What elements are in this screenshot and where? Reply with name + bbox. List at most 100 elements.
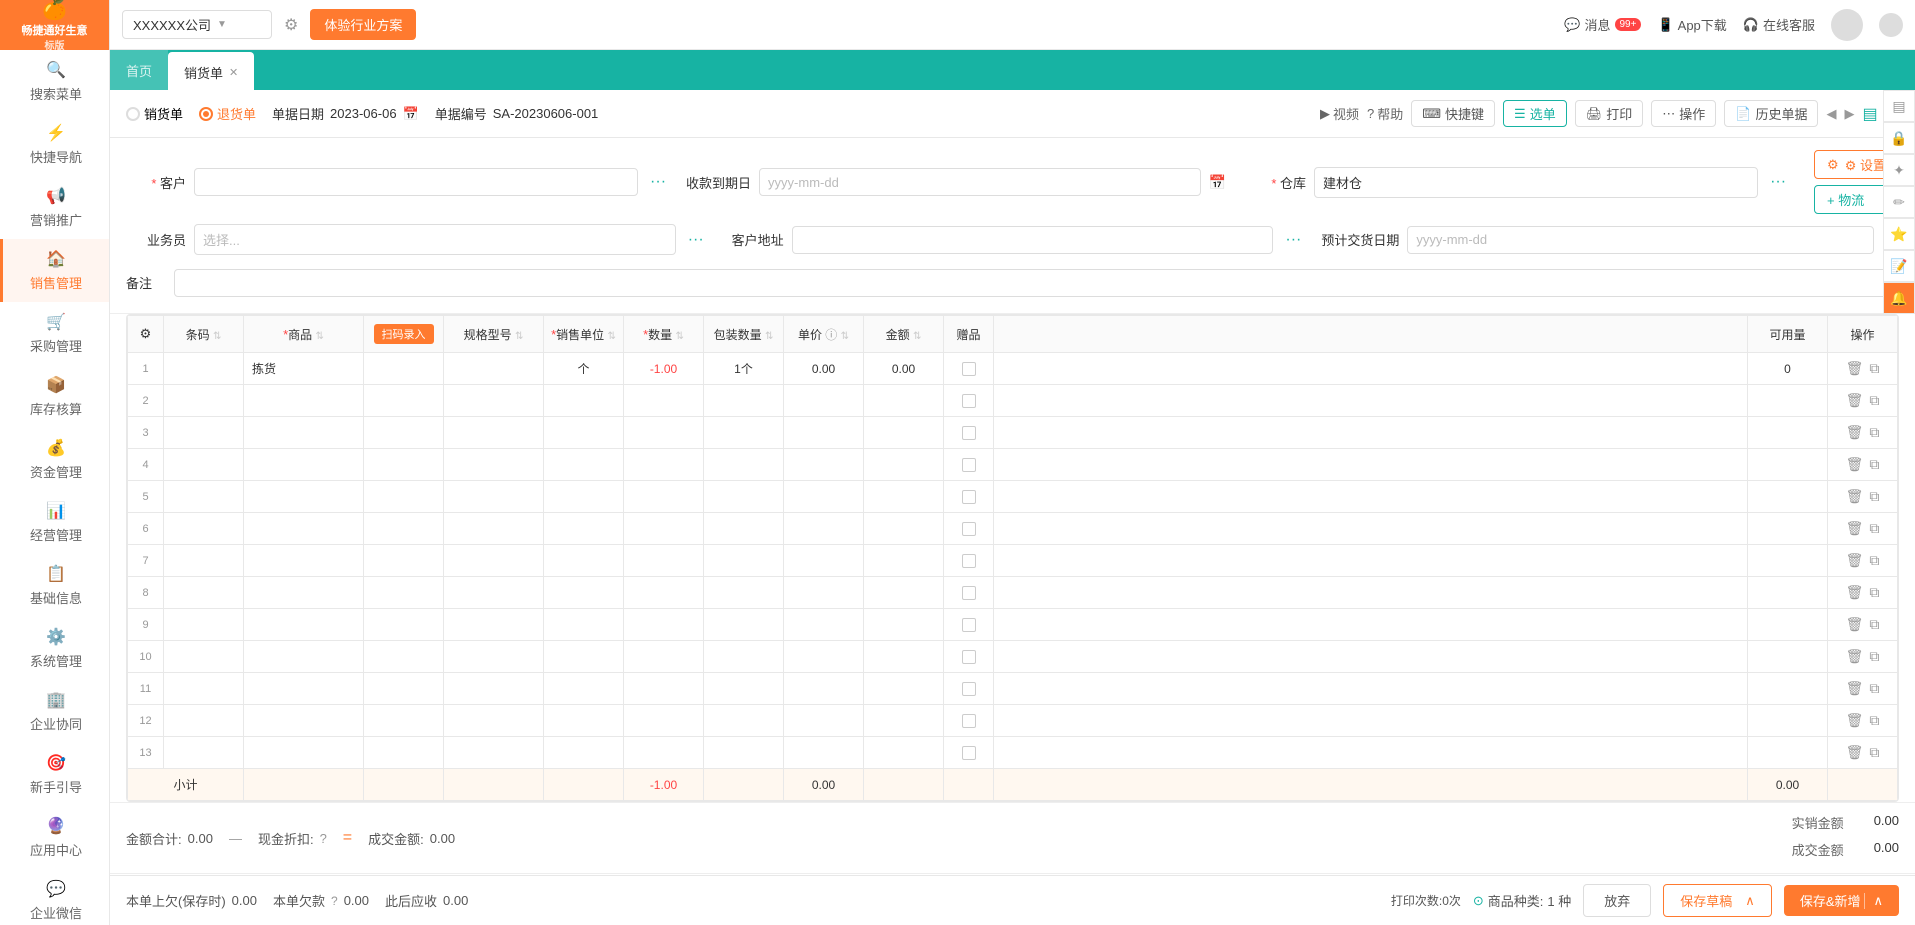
delete-row-icon[interactable]: 🗑 xyxy=(1846,392,1864,409)
nav-prev-icon[interactable]: ◀ xyxy=(1826,106,1836,122)
row-qty[interactable] xyxy=(624,737,704,769)
row-pkg-qty[interactable] xyxy=(704,673,784,705)
discount-help-icon[interactable]: ? xyxy=(320,831,327,846)
row-gift[interactable] xyxy=(944,545,994,577)
qty-sort-icon[interactable]: ⇅ xyxy=(676,331,684,342)
row-gift[interactable] xyxy=(944,641,994,673)
row-product[interactable] xyxy=(244,417,364,449)
return-order-radio[interactable]: 退货单 xyxy=(199,104,256,123)
row-unit[interactable]: 个 xyxy=(544,353,624,385)
row-pkg-qty[interactable] xyxy=(704,737,784,769)
row-gift[interactable] xyxy=(944,385,994,417)
sidebar-item-inventory[interactable]: 📦库存核算 xyxy=(0,365,109,428)
row-pkg-qty[interactable] xyxy=(704,417,784,449)
row-amount[interactable] xyxy=(864,577,944,609)
row-gift[interactable] xyxy=(944,449,994,481)
avatar2[interactable] xyxy=(1879,13,1903,37)
delete-row-icon[interactable]: 🗑 xyxy=(1846,360,1864,377)
row-gift[interactable] xyxy=(944,577,994,609)
sidebar-item-finance[interactable]: 💰资金管理 xyxy=(0,428,109,491)
row-barcode[interactable] xyxy=(164,449,244,481)
row-amount[interactable] xyxy=(864,545,944,577)
sidebar-item-enterprise[interactable]: 🏢企业协同 xyxy=(0,680,109,743)
row-amount[interactable] xyxy=(864,513,944,545)
copy-row-icon[interactable]: ⧉ xyxy=(1869,584,1879,601)
salesperson-input[interactable]: 选择... xyxy=(194,224,676,255)
row-product[interactable] xyxy=(244,673,364,705)
delete-row-icon[interactable]: 🗑 xyxy=(1846,520,1864,537)
row-qty[interactable] xyxy=(624,449,704,481)
delete-row-icon[interactable]: 🗑 xyxy=(1846,616,1864,633)
row-product[interactable] xyxy=(244,737,364,769)
row-product[interactable] xyxy=(244,545,364,577)
row-qty[interactable] xyxy=(624,513,704,545)
row-amount[interactable] xyxy=(864,609,944,641)
sidebar-item-search[interactable]: 🔍搜索菜单 xyxy=(0,50,109,113)
row-unit[interactable] xyxy=(544,385,624,417)
row-unit[interactable] xyxy=(544,609,624,641)
row-barcode[interactable] xyxy=(164,353,244,385)
row-amount[interactable] xyxy=(864,449,944,481)
online-service-btn[interactable]: 🎧 在线客服 xyxy=(1743,15,1815,34)
total-owed-help-icon[interactable]: ? xyxy=(331,894,338,908)
product-sort-icon[interactable]: ⇅ xyxy=(316,331,324,342)
amount-sort-icon[interactable]: ⇅ xyxy=(913,331,921,342)
tab-home[interactable]: 首页 xyxy=(110,50,168,90)
row-gift[interactable] xyxy=(944,513,994,545)
row-barcode[interactable] xyxy=(164,705,244,737)
row-qty[interactable] xyxy=(624,673,704,705)
row-spec[interactable] xyxy=(444,737,544,769)
row-spec[interactable] xyxy=(444,353,544,385)
expected-delivery-input[interactable]: yyyy-mm-dd xyxy=(1407,226,1873,254)
sidebar-item-basic-info[interactable]: 📋基础信息 xyxy=(0,554,109,617)
row-pkg-qty[interactable] xyxy=(704,513,784,545)
copy-row-icon[interactable]: ⧉ xyxy=(1869,520,1879,537)
message-btn[interactable]: 💬 消息 99+ xyxy=(1564,15,1641,34)
video-link[interactable]: ▶ 视频 xyxy=(1320,104,1359,123)
side-action-list[interactable]: ▤ xyxy=(1883,90,1915,122)
copy-row-icon[interactable]: ⧉ xyxy=(1869,360,1879,377)
gift-checkbox[interactable] xyxy=(962,714,976,728)
row-unit-price[interactable] xyxy=(784,705,864,737)
print-btn[interactable]: 🖨 打印 xyxy=(1575,100,1644,127)
sale-order-radio[interactable]: 销货单 xyxy=(126,104,183,123)
row-spec[interactable] xyxy=(444,609,544,641)
delete-row-icon[interactable]: 🗑 xyxy=(1846,552,1864,569)
row-unit-price[interactable] xyxy=(784,513,864,545)
row-unit[interactable] xyxy=(544,417,624,449)
side-action-notify[interactable]: 🔔 xyxy=(1883,282,1915,314)
side-action-note[interactable]: 📝 xyxy=(1883,250,1915,282)
row-pkg-qty[interactable] xyxy=(704,577,784,609)
delete-row-icon[interactable]: 🗑 xyxy=(1846,424,1864,441)
gift-checkbox[interactable] xyxy=(962,618,976,632)
copy-row-icon[interactable]: ⧉ xyxy=(1869,392,1879,409)
delete-row-icon[interactable]: 🗑 xyxy=(1846,456,1864,473)
copy-row-icon[interactable]: ⧉ xyxy=(1869,744,1879,761)
company-selector[interactable]: XXXXXX公司 ▼ xyxy=(122,10,272,39)
sidebar-item-wechat[interactable]: 💬企业微信 xyxy=(0,869,109,925)
row-gift[interactable] xyxy=(944,737,994,769)
row-unit[interactable] xyxy=(544,513,624,545)
row-barcode[interactable] xyxy=(164,481,244,513)
warehouse-input[interactable]: 建材仓 xyxy=(1314,167,1758,198)
row-pkg-qty[interactable] xyxy=(704,481,784,513)
row-barcode[interactable] xyxy=(164,417,244,449)
row-unit[interactable] xyxy=(544,577,624,609)
row-qty[interactable] xyxy=(624,417,704,449)
row-pkg-qty[interactable] xyxy=(704,609,784,641)
operations-btn[interactable]: ⋯ 操作 xyxy=(1651,100,1716,127)
row-gift[interactable] xyxy=(944,353,994,385)
address-dots-icon[interactable]: ··· xyxy=(1285,231,1301,249)
row-barcode[interactable] xyxy=(164,673,244,705)
row-barcode[interactable] xyxy=(164,737,244,769)
row-unit-price[interactable] xyxy=(784,385,864,417)
row-product[interactable] xyxy=(244,481,364,513)
row-product[interactable] xyxy=(244,609,364,641)
sale-order-radio-btn[interactable] xyxy=(126,107,140,121)
gift-checkbox[interactable] xyxy=(962,746,976,760)
copy-row-icon[interactable]: ⧉ xyxy=(1869,712,1879,729)
row-gift[interactable] xyxy=(944,673,994,705)
row-product[interactable] xyxy=(244,513,364,545)
row-barcode[interactable] xyxy=(164,385,244,417)
row-qty[interactable] xyxy=(624,609,704,641)
